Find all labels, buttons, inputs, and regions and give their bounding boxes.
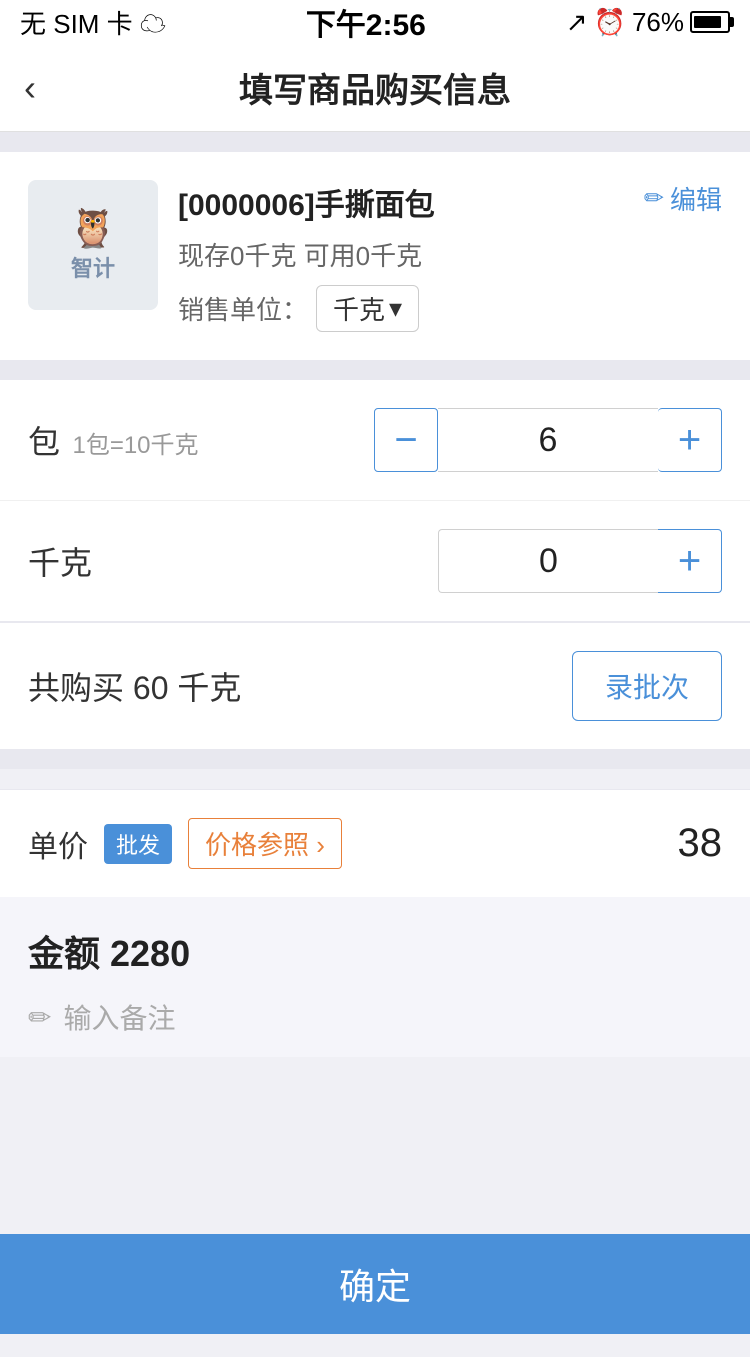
bag-sublabel: 1包=10千克	[72, 432, 198, 459]
kg-label: 千克	[28, 538, 92, 584]
price-value: 38	[678, 821, 723, 866]
unit-value: 千克	[333, 290, 385, 327]
kg-plus-button[interactable]: +	[658, 529, 722, 593]
total-label: 共购买 60 千克	[28, 663, 241, 709]
battery-icon	[690, 11, 730, 33]
location-icon: ↗	[566, 7, 588, 38]
price-row: 单价 批发 价格参照 › 38	[28, 818, 722, 869]
status-left: 无 SIM 卡 ☁	[20, 4, 166, 41]
product-info: [0000006]手撕面包 现存0千克 可用0千克 销售单位： 千克 ▾	[178, 180, 722, 332]
confirm-button[interactable]: 确定	[0, 1234, 750, 1334]
bag-row: 包 1包=10千克 − +	[0, 380, 750, 501]
price-section: 单价 批发 价格参照 › 38	[0, 789, 750, 897]
bag-qty-input[interactable]	[438, 408, 658, 472]
price-ref-button[interactable]: 价格参照 ›	[188, 818, 342, 869]
battery-text: 76%	[632, 7, 684, 38]
nav-bar: ‹ 填写商品购买信息	[0, 44, 750, 132]
product-stock: 现存0千克 可用0千克	[178, 236, 722, 273]
remark-edit-icon: ✏	[28, 1001, 51, 1034]
separator-2	[0, 360, 750, 380]
bag-qty-control: − +	[374, 408, 722, 472]
product-unit: 销售单位： 千克 ▾	[178, 285, 722, 332]
brand-label: 智计	[71, 251, 115, 283]
price-label: 单价	[28, 822, 88, 866]
edit-label: 编辑	[670, 180, 722, 217]
remark-text: 输入备注	[63, 997, 175, 1037]
dropdown-arrow-icon: ▾	[389, 293, 402, 324]
wholesale-tag: 批发	[104, 824, 172, 864]
bag-label-group: 包 1包=10千克	[28, 417, 199, 463]
kg-row: 千克 +	[0, 501, 750, 621]
edit-button[interactable]: ✏ 编辑	[644, 180, 722, 217]
kg-qty-control: +	[438, 529, 722, 593]
status-bar: 无 SIM 卡 ☁ 下午2:56 ↗ ⏰ 76%	[0, 0, 750, 44]
bag-label: 包	[28, 424, 60, 460]
unit-selector[interactable]: 千克 ▾	[316, 285, 419, 332]
remark-row[interactable]: ✏ 输入备注	[28, 997, 722, 1037]
bag-minus-button[interactable]: −	[374, 408, 438, 472]
product-card: 🦉 智计 [0000006]手撕面包 现存0千克 可用0千克 销售单位： 千克 …	[0, 152, 750, 360]
page-title: 填写商品购买信息	[239, 63, 511, 112]
status-time: 下午2:56	[306, 0, 426, 44]
batch-button[interactable]: 录批次	[572, 651, 722, 721]
bag-plus-button[interactable]: +	[658, 408, 722, 472]
product-image: 🦉 智计	[28, 180, 158, 310]
back-button[interactable]: ‹	[24, 67, 36, 109]
separator-1	[0, 132, 750, 152]
unit-label: 销售单位：	[178, 290, 308, 327]
alarm-icon: ⏰	[594, 7, 626, 38]
status-right: ↗ ⏰ 76%	[566, 7, 730, 38]
edit-icon: ✏	[644, 184, 664, 213]
amount-label: 金额 2280	[28, 925, 722, 977]
separator-4	[0, 749, 750, 769]
owl-icon: 🦉	[69, 207, 116, 251]
amount-section: 金额 2280 ✏ 输入备注	[0, 897, 750, 1057]
total-row: 共购买 60 千克 录批次	[0, 622, 750, 749]
kg-qty-input[interactable]	[438, 529, 658, 593]
no-sim-text: 无 SIM 卡 ☁	[20, 4, 166, 41]
product-name: [0000006]手撕面包	[178, 180, 722, 224]
